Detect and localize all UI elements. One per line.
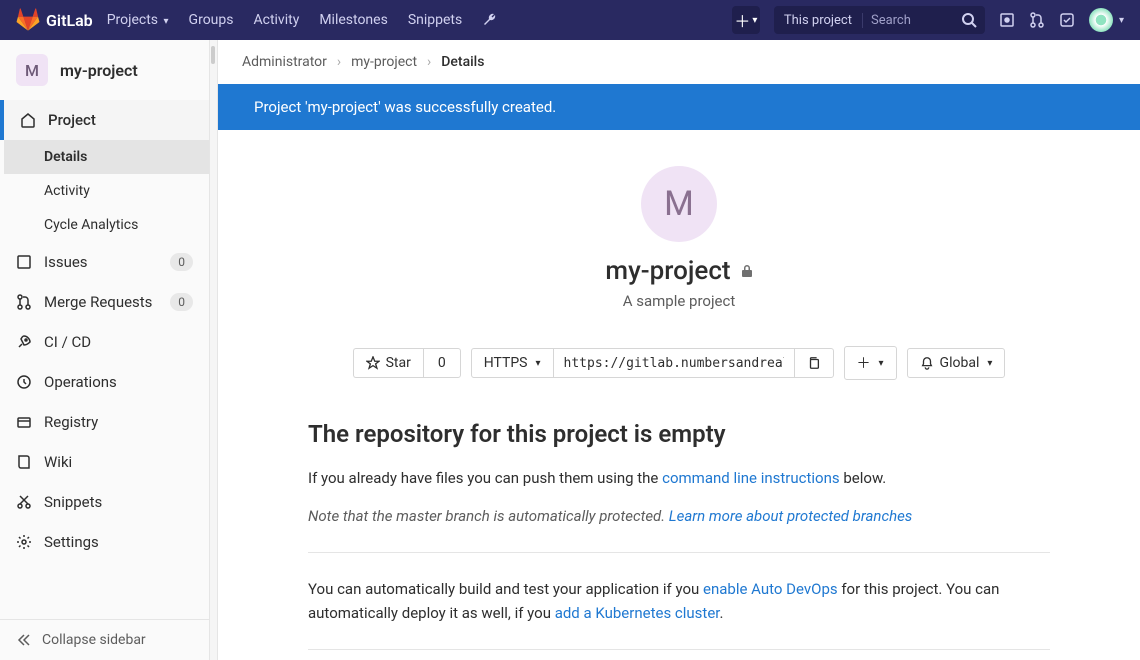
search-button[interactable] bbox=[953, 12, 985, 28]
chevron-right-icon: › bbox=[427, 54, 431, 70]
divider bbox=[308, 649, 1050, 650]
protected-branch-note: Note that the master branch is automatic… bbox=[308, 504, 1050, 528]
sidebar-item-settings[interactable]: Settings bbox=[0, 522, 209, 562]
cli-instructions-link[interactable]: command line instructions bbox=[662, 469, 840, 487]
issues-icon bbox=[16, 254, 32, 270]
copy-url-button[interactable] bbox=[794, 348, 834, 378]
rocket-icon bbox=[16, 334, 32, 350]
protocol-dropdown[interactable]: HTTPS▾ bbox=[471, 348, 554, 378]
merge-icon bbox=[16, 294, 32, 310]
enable-auto-devops-link[interactable]: enable Auto DevOps bbox=[703, 580, 838, 598]
sidebar-item-merge-requests[interactable]: Merge Requests 0 bbox=[0, 282, 209, 322]
user-avatar-icon bbox=[1089, 8, 1113, 32]
sidebar-project-header[interactable]: M my-project bbox=[0, 40, 209, 100]
notification-dropdown[interactable]: Global▾ bbox=[907, 348, 1006, 378]
breadcrumb-current: Details bbox=[441, 54, 484, 70]
nav-links: Projects ▾ Groups Activity Milestones Sn… bbox=[107, 12, 732, 28]
search-icon bbox=[961, 12, 977, 28]
nav-right: ＋▾ This project ▾ bbox=[732, 6, 1124, 34]
protected-branches-link[interactable]: Learn more about protected branches bbox=[669, 507, 913, 525]
sidebar-item-cicd[interactable]: CI / CD bbox=[0, 322, 209, 362]
gitlab-logo-icon bbox=[16, 8, 40, 32]
snippets-icon bbox=[16, 494, 32, 510]
gear-icon bbox=[16, 534, 32, 550]
clipboard-icon bbox=[807, 356, 821, 370]
issues-icon[interactable] bbox=[999, 12, 1015, 28]
sidebar-item-registry[interactable]: Registry bbox=[0, 402, 209, 442]
nav-projects[interactable]: Projects ▾ bbox=[107, 12, 169, 28]
empty-repo-heading: The repository for this project is empty bbox=[308, 420, 1050, 448]
search-scope[interactable]: This project bbox=[774, 13, 863, 28]
search-input[interactable] bbox=[863, 13, 953, 28]
add-dropdown[interactable]: ＋▾ bbox=[844, 346, 897, 380]
lock-icon bbox=[741, 264, 753, 278]
star-icon bbox=[366, 356, 380, 370]
intro-text: If you already have files you can push t… bbox=[308, 466, 1050, 490]
project-description: A sample project bbox=[218, 292, 1140, 310]
sidebar-item-project[interactable]: Project bbox=[0, 100, 209, 140]
clone-url-input[interactable] bbox=[554, 348, 794, 378]
collapse-sidebar-button[interactable]: Collapse sidebar bbox=[0, 619, 209, 660]
user-menu[interactable]: ▾ bbox=[1089, 8, 1124, 32]
chevron-right-icon: › bbox=[337, 54, 341, 70]
star-button[interactable]: Star bbox=[353, 348, 423, 378]
main-content: Administrator › my-project › Details Pro… bbox=[218, 40, 1140, 660]
add-k8s-link[interactable]: add a Kubernetes cluster bbox=[555, 604, 720, 622]
nav-milestones[interactable]: Milestones bbox=[319, 12, 388, 28]
sidebar-sub-activity[interactable]: Activity bbox=[4, 174, 209, 208]
sidebar-item-wiki[interactable]: Wiki bbox=[0, 442, 209, 482]
home-icon bbox=[20, 112, 36, 128]
brand-text: GitLab bbox=[46, 11, 93, 30]
sidebar: M my-project Project Details Activity Cy… bbox=[0, 40, 210, 660]
registry-icon bbox=[16, 414, 32, 430]
book-icon bbox=[16, 454, 32, 470]
search-box: This project bbox=[774, 6, 985, 34]
sidebar-resize-handle[interactable] bbox=[210, 40, 218, 660]
sidebar-sub-details[interactable]: Details bbox=[4, 140, 209, 174]
breadcrumb-admin[interactable]: Administrator bbox=[242, 54, 327, 70]
todos-icon[interactable] bbox=[1059, 12, 1075, 28]
operations-icon bbox=[16, 374, 32, 390]
empty-repo-content: The repository for this project is empty… bbox=[218, 420, 1140, 660]
mr-count-badge: 0 bbox=[170, 293, 193, 311]
flash-notice: Project 'my-project' was successfully cr… bbox=[218, 84, 1140, 130]
issues-count-badge: 0 bbox=[170, 253, 193, 271]
sidebar-item-operations[interactable]: Operations bbox=[0, 362, 209, 402]
plus-icon: ＋ bbox=[857, 353, 871, 373]
nav-groups[interactable]: Groups bbox=[189, 12, 234, 28]
sidebar-item-issues[interactable]: Issues 0 bbox=[0, 242, 209, 282]
sidebar-sub-cycle-analytics[interactable]: Cycle Analytics bbox=[4, 208, 209, 242]
bell-icon bbox=[920, 356, 934, 370]
breadcrumb-project[interactable]: my-project bbox=[351, 54, 417, 70]
new-dropdown[interactable]: ＋▾ bbox=[732, 6, 760, 34]
project-action-row: Star 0 HTTPS▾ ＋▾ Global▾ bbox=[218, 346, 1140, 380]
nav-admin-wrench-icon[interactable] bbox=[482, 12, 498, 28]
project-header: M my-project A sample project bbox=[218, 130, 1140, 334]
star-count[interactable]: 0 bbox=[423, 348, 461, 378]
top-navbar: GitLab Projects ▾ Groups Activity Milest… bbox=[0, 0, 1140, 40]
breadcrumb: Administrator › my-project › Details bbox=[218, 40, 1140, 84]
gitlab-logo[interactable]: GitLab bbox=[16, 8, 93, 32]
chevron-double-left-icon bbox=[16, 632, 32, 648]
project-avatar-icon: M bbox=[16, 54, 48, 86]
project-avatar-large-icon: M bbox=[641, 166, 717, 242]
divider bbox=[308, 552, 1050, 553]
nav-snippets[interactable]: Snippets bbox=[408, 12, 462, 28]
sidebar-project-name: my-project bbox=[60, 61, 138, 80]
project-title: my-project bbox=[605, 256, 752, 286]
sidebar-item-snippets[interactable]: Snippets bbox=[0, 482, 209, 522]
devops-text: You can automatically build and test you… bbox=[308, 577, 1050, 625]
merge-requests-icon[interactable] bbox=[1029, 12, 1045, 28]
nav-activity[interactable]: Activity bbox=[253, 12, 299, 28]
